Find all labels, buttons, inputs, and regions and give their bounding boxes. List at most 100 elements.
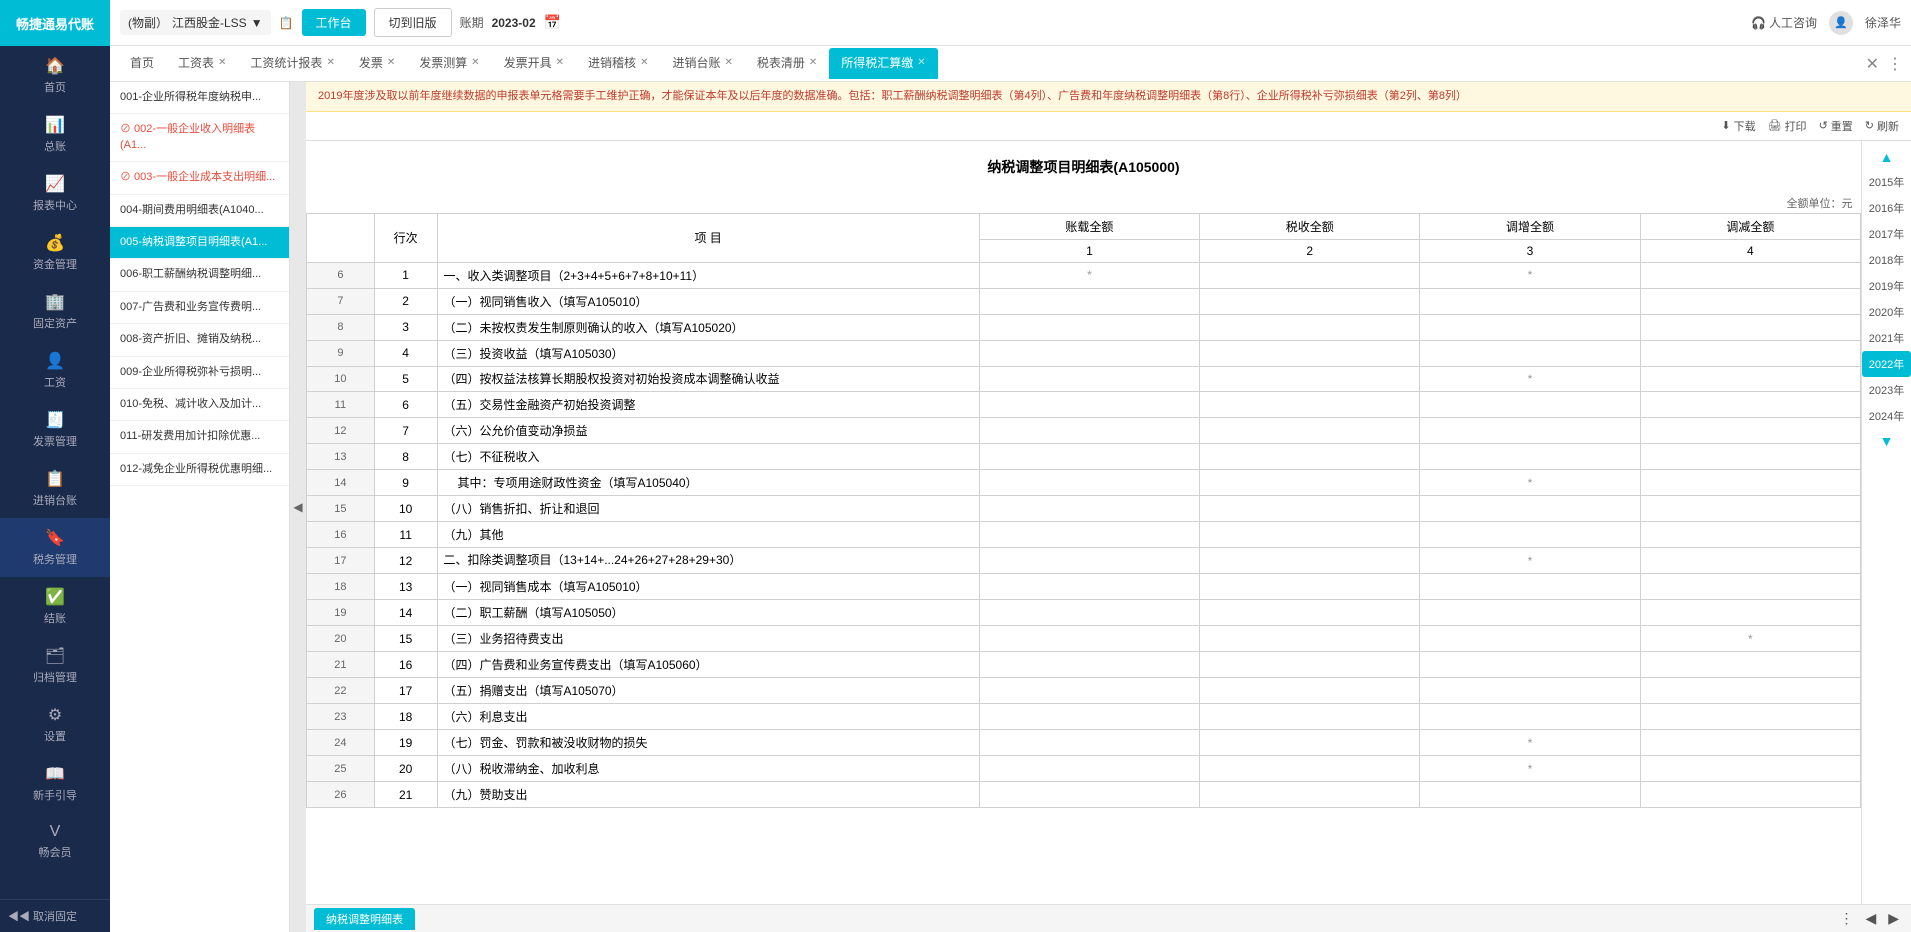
- year-item-2017[interactable]: 2017年: [1862, 221, 1911, 247]
- tab-purchase-audit-close[interactable]: ✕: [640, 57, 648, 68]
- sidebar-item-purchase-ledger[interactable]: 📋 进销台账: [0, 459, 110, 518]
- year-item-2020[interactable]: 2020年: [1862, 299, 1911, 325]
- tab-invoice-open-close[interactable]: ✕: [556, 57, 564, 68]
- bottom-tab-nav: ⋮ ◀ ▶: [1835, 908, 1903, 929]
- row-item-19: （七）罚金、罚款和被没收财物的损失: [437, 730, 979, 756]
- year-up-arrow[interactable]: ▲: [1876, 145, 1898, 169]
- table-row: 11 6 （五）交易性金融资产初始投资调整: [307, 392, 1861, 418]
- row-v3-20: *: [1420, 756, 1640, 782]
- sidebar-item-tax-mgmt[interactable]: 🔖 税务管理: [0, 518, 110, 577]
- tab-purchase-ledger[interactable]: 进销台账 ✕: [660, 48, 744, 79]
- row-index-15: 15: [307, 496, 375, 522]
- close-all-icon[interactable]: ✕: [1866, 54, 1879, 74]
- tab-payroll[interactable]: 工资表 ✕: [166, 48, 238, 79]
- tab-payroll-report[interactable]: 工资统计报表 ✕: [238, 48, 346, 79]
- col-header-item: 项 目: [437, 213, 979, 262]
- row-num-2: 2: [374, 288, 437, 314]
- sidebar-item-fixed-assets[interactable]: 🏢 固定资产: [0, 282, 110, 341]
- sidebar-item-report-center[interactable]: 📈 报表中心: [0, 164, 110, 223]
- payroll-icon: 👤: [45, 351, 65, 371]
- company-selector[interactable]: (物副） 江西股金-LSS ▼: [120, 10, 271, 35]
- table-container[interactable]: 纳税调整项目明细表(A105000) 全额单位：元: [306, 141, 1861, 905]
- tab-invoice[interactable]: 发票 ✕: [347, 48, 407, 79]
- print-button[interactable]: 🖨 打印: [1768, 118, 1807, 134]
- more-icon[interactable]: ⋮: [1887, 54, 1903, 74]
- tab-purchase-audit[interactable]: 进销稽核 ✕: [576, 48, 660, 79]
- switch-old-button[interactable]: 切到旧版: [374, 8, 452, 37]
- tab-income-tax[interactable]: 所得税汇算缴 ✕: [829, 48, 937, 79]
- year-item-2018[interactable]: 2018年: [1862, 247, 1911, 273]
- tab-home[interactable]: 首页: [118, 48, 166, 79]
- left-panel-item-006[interactable]: 006-职工薪酬纳税调整明细...: [110, 259, 289, 291]
- year-item-2016[interactable]: 2016年: [1862, 195, 1911, 221]
- left-panel-item-001[interactable]: 001-企业所得税年度纳税申...: [110, 82, 289, 114]
- bottom-tab-main[interactable]: 纳税调整明细表: [314, 908, 415, 930]
- row-v1-10: [979, 496, 1199, 522]
- left-panel-item-003[interactable]: ⊘ 003-一般企业成本支出明细...: [110, 162, 289, 194]
- sidebar-item-general-ledger[interactable]: 📊 总账: [0, 105, 110, 164]
- tab-income-tax-close[interactable]: ✕: [917, 57, 925, 68]
- sidebar-item-new-guide[interactable]: 📖 新手引导: [0, 754, 110, 813]
- reset-button[interactable]: ↺ 重置: [1819, 118, 1853, 134]
- tab-payroll-label: 工资表: [178, 54, 214, 71]
- left-panel-item-009[interactable]: 009-企业所得税弥补亏损明...: [110, 357, 289, 389]
- tab-tax-list[interactable]: 税表清册 ✕: [745, 48, 829, 79]
- app-logo: 畅捷通易代账: [0, 0, 110, 46]
- row-index-7: 7: [307, 288, 375, 314]
- unpin-button[interactable]: ◀◀ 取消固定: [0, 899, 110, 932]
- sidebar-item-payroll[interactable]: 👤 工资: [0, 341, 110, 400]
- left-panel-item-012[interactable]: 012-减免企业所得税优惠明细...: [110, 454, 289, 486]
- left-panel-item-007[interactable]: 007-广告费和业务宣传费明...: [110, 292, 289, 324]
- year-item-2023[interactable]: 2023年: [1862, 377, 1911, 403]
- row-num-1: 1: [374, 262, 437, 288]
- sidebar-item-invoice-mgmt[interactable]: 🧾 发票管理: [0, 400, 110, 459]
- sidebar-item-home[interactable]: 🏠 首页: [0, 46, 110, 105]
- year-item-2015[interactable]: 2015年: [1862, 169, 1911, 195]
- year-item-2019[interactable]: 2019年: [1862, 273, 1911, 299]
- left-panel-item-002[interactable]: ⊘ 002-一般企业收入明细表(A1...: [110, 114, 289, 162]
- left-panel-item-011[interactable]: 011-研发费用加计扣除优惠...: [110, 421, 289, 453]
- left-panel-item-008[interactable]: 008-资产折旧、摊销及纳税...: [110, 324, 289, 356]
- left-panel-item-004[interactable]: 004-期间费用明细表(A1040...: [110, 195, 289, 227]
- report-center-icon: 📈: [45, 174, 65, 194]
- year-down-arrow[interactable]: ▼: [1876, 429, 1898, 453]
- year-item-2021[interactable]: 2021年: [1862, 325, 1911, 351]
- content-area: 001-企业所得税年度纳税申... ⊘ 002-一般企业收入明细表(A1... …: [110, 82, 1911, 932]
- col-sub-3: 3: [1420, 239, 1640, 262]
- year-item-2022[interactable]: 2022年: [1862, 351, 1911, 377]
- tab-purchase-ledger-close[interactable]: ✕: [724, 57, 732, 68]
- left-panel-item-005[interactable]: 005-纳税调整项目明细表(A1...: [110, 227, 289, 259]
- workbench-button[interactable]: 工作台: [302, 9, 366, 36]
- table-row: 21 16 （四）广告费和业务宣传费支出（填写A105060）: [307, 652, 1861, 678]
- tab-invoice-calc-close[interactable]: ✕: [471, 57, 479, 68]
- sidebar-item-settlement[interactable]: ✅ 结账: [0, 577, 110, 636]
- tab-payroll-close[interactable]: ✕: [218, 57, 226, 68]
- scroll-left-icon[interactable]: ◀: [1861, 908, 1880, 929]
- tab-invoice-calc[interactable]: 发票测算 ✕: [407, 48, 491, 79]
- row-v4-19: [1640, 730, 1860, 756]
- sidebar-item-settings[interactable]: ⚙ 设置: [0, 695, 110, 754]
- calendar-icon[interactable]: 📅: [544, 14, 561, 31]
- scroll-left-btn[interactable]: ⋮: [1835, 908, 1857, 929]
- left-panel-item-010[interactable]: 010-免税、减计收入及加计...: [110, 389, 289, 421]
- scroll-right-icon[interactable]: ▶: [1884, 908, 1903, 929]
- sidebar-item-archive-mgmt[interactable]: 🗂 归档管理: [0, 636, 110, 695]
- table-row: 17 12 二、扣除类调整项目（13+14+...24+26+27+28+29+…: [307, 548, 1861, 574]
- year-item-2024[interactable]: 2024年: [1862, 403, 1911, 429]
- consult-button[interactable]: 🎧 人工咨询: [1751, 14, 1817, 31]
- tab-invoice-open[interactable]: 发票开具 ✕: [492, 48, 576, 79]
- tab-invoice-close[interactable]: ✕: [387, 57, 395, 68]
- refresh-button[interactable]: ↻ 刷新: [1865, 118, 1899, 134]
- col-header-rownum: 行次: [374, 213, 437, 262]
- row-v3-11: [1420, 522, 1640, 548]
- sidebar-item-vip[interactable]: V 畅会员: [0, 813, 110, 870]
- panel-toggle[interactable]: ◀: [290, 82, 306, 932]
- download-button[interactable]: ⬇ 下载: [1721, 118, 1755, 134]
- row-index-12: 12: [307, 418, 375, 444]
- tab-payroll-report-close[interactable]: ✕: [326, 57, 334, 68]
- row-num-21: 21: [374, 782, 437, 808]
- print-icon: 🖨: [1768, 119, 1782, 132]
- sidebar-item-asset-mgmt[interactable]: 💰 资金管理: [0, 223, 110, 282]
- tab-tax-list-close[interactable]: ✕: [809, 57, 817, 68]
- row-v4-7: [1640, 418, 1860, 444]
